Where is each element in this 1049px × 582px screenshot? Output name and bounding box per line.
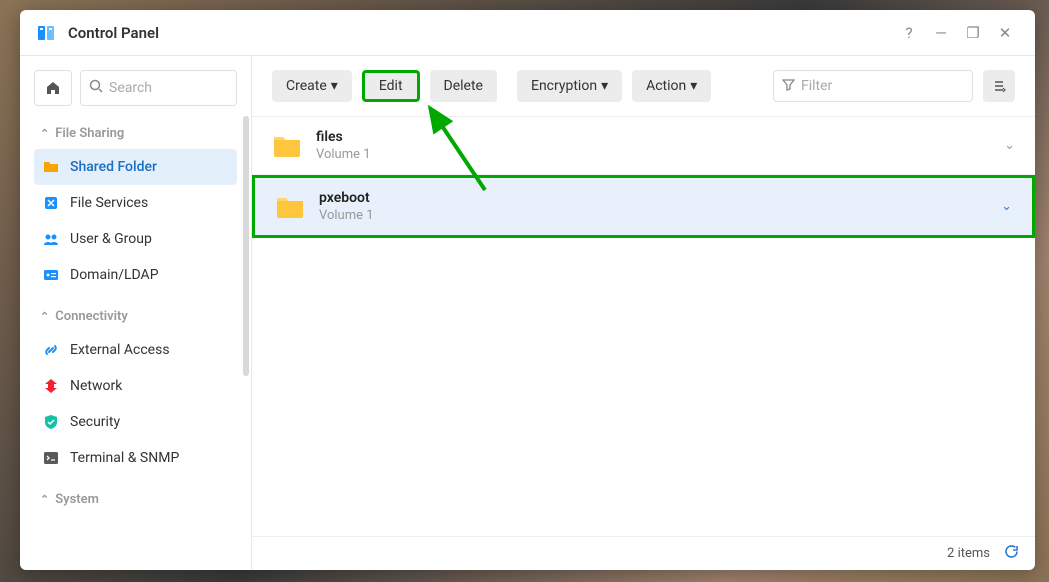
filter-icon xyxy=(782,78,795,95)
chevron-down-icon[interactable]: ⌄ xyxy=(1001,199,1012,214)
search-input[interactable] xyxy=(109,80,228,96)
link-icon xyxy=(42,341,60,359)
sidebar-item-label: File Services xyxy=(70,195,148,211)
caret-down-icon: ▾ xyxy=(690,78,697,94)
folder-volume: Volume 1 xyxy=(316,147,990,162)
file-services-icon xyxy=(42,194,60,212)
sidebar-item-external-access[interactable]: External Access xyxy=(34,332,237,368)
folder-icon xyxy=(272,133,302,159)
delete-button[interactable]: Delete xyxy=(430,70,497,102)
refresh-button[interactable] xyxy=(1004,544,1019,563)
statusbar: 2 items xyxy=(252,536,1035,570)
titlebar: Control Panel ? — ❐ ✕ xyxy=(20,10,1035,56)
sidebar-item-label: Security xyxy=(70,414,120,430)
toolbar: Create ▾ Edit Delete Encryption ▾ Action… xyxy=(252,56,1035,116)
sidebar-item-label: Shared Folder xyxy=(70,159,157,175)
users-icon xyxy=(42,230,60,248)
create-button[interactable]: Create ▾ xyxy=(272,70,352,102)
sidebar-item-label: Domain/LDAP xyxy=(70,267,159,283)
nav-section-header[interactable]: ⌃ Connectivity xyxy=(34,301,237,332)
folder-volume: Volume 1 xyxy=(319,208,987,223)
nav-section-label: Connectivity xyxy=(55,309,128,324)
sidebar-item-user-group[interactable]: User & Group xyxy=(34,221,237,257)
folder-icon xyxy=(275,194,305,220)
chevron-up-icon: ⌃ xyxy=(40,493,49,506)
main-panel: Create ▾ Edit Delete Encryption ▾ Action… xyxy=(252,56,1035,570)
refresh-icon xyxy=(1004,544,1019,559)
caret-down-icon: ▾ xyxy=(331,78,338,94)
chevron-up-icon: ⌃ xyxy=(40,310,49,323)
nav-section-label: System xyxy=(55,492,99,507)
folder-icon xyxy=(42,158,60,176)
sidebar-item-shared-folder[interactable]: Shared Folder xyxy=(34,149,237,185)
nav-section-header[interactable]: ⌃ File Sharing xyxy=(34,118,237,149)
sidebar-item-label: User & Group xyxy=(70,231,152,247)
sidebar-item-label: Terminal & SNMP xyxy=(70,450,179,466)
window-title: Control Panel xyxy=(68,24,891,42)
encryption-button[interactable]: Encryption ▾ xyxy=(517,70,622,102)
id-card-icon xyxy=(42,266,60,284)
edit-button[interactable]: Edit xyxy=(362,70,420,102)
sidebar-item-file-services[interactable]: File Services xyxy=(34,185,237,221)
sidebar-item-terminal-snmp[interactable]: Terminal & SNMP xyxy=(34,440,237,476)
home-icon xyxy=(45,80,61,96)
close-button[interactable]: ✕ xyxy=(991,19,1019,47)
sidebar-item-label: Network xyxy=(70,378,122,394)
app-icon xyxy=(36,22,58,44)
filter-input[interactable] xyxy=(801,78,964,94)
folder-row[interactable]: files Volume 1 ⌄ xyxy=(252,117,1035,175)
nav-section-label: File Sharing xyxy=(55,126,124,141)
sidebar: ⌃ File Sharing Shared Folder File Services U… xyxy=(20,56,252,570)
sidebar-item-security[interactable]: Security xyxy=(34,404,237,440)
chevron-up-icon: ⌃ xyxy=(40,127,49,140)
sidebar-item-label: External Access xyxy=(70,342,170,358)
sidebar-item-domain-ldap[interactable]: Domain/LDAP xyxy=(34,257,237,293)
filter-field[interactable] xyxy=(773,70,973,102)
minimize-button[interactable]: — xyxy=(927,19,955,47)
chevron-down-icon[interactable]: ⌄ xyxy=(1004,138,1015,153)
folder-list: files Volume 1 ⌄ pxeboot Volume 1 ⌄ xyxy=(252,116,1035,536)
folder-name: files xyxy=(316,129,990,145)
item-count: 2 items xyxy=(947,546,990,561)
folder-row[interactable]: pxeboot Volume 1 ⌄ xyxy=(252,175,1035,238)
help-button[interactable]: ? xyxy=(895,19,923,47)
sidebar-scrollbar[interactable] xyxy=(243,116,249,376)
nav-section-header[interactable]: ⌃ System xyxy=(34,484,237,515)
sidebar-item-network[interactable]: Network xyxy=(34,368,237,404)
sidebar-search[interactable] xyxy=(80,70,237,106)
terminal-icon xyxy=(42,449,60,467)
folder-name: pxeboot xyxy=(319,190,987,206)
network-icon xyxy=(42,377,60,395)
shield-icon xyxy=(42,413,60,431)
control-panel-window: Control Panel ? — ❐ ✕ ⌃ File Sharing Share… xyxy=(20,10,1035,570)
maximize-button[interactable]: ❐ xyxy=(959,19,987,47)
sort-button[interactable] xyxy=(983,70,1015,102)
sort-icon xyxy=(992,79,1006,93)
action-button[interactable]: Action ▾ xyxy=(632,70,711,102)
home-button[interactable] xyxy=(34,70,72,106)
caret-down-icon: ▾ xyxy=(601,78,608,94)
search-icon xyxy=(89,79,103,97)
